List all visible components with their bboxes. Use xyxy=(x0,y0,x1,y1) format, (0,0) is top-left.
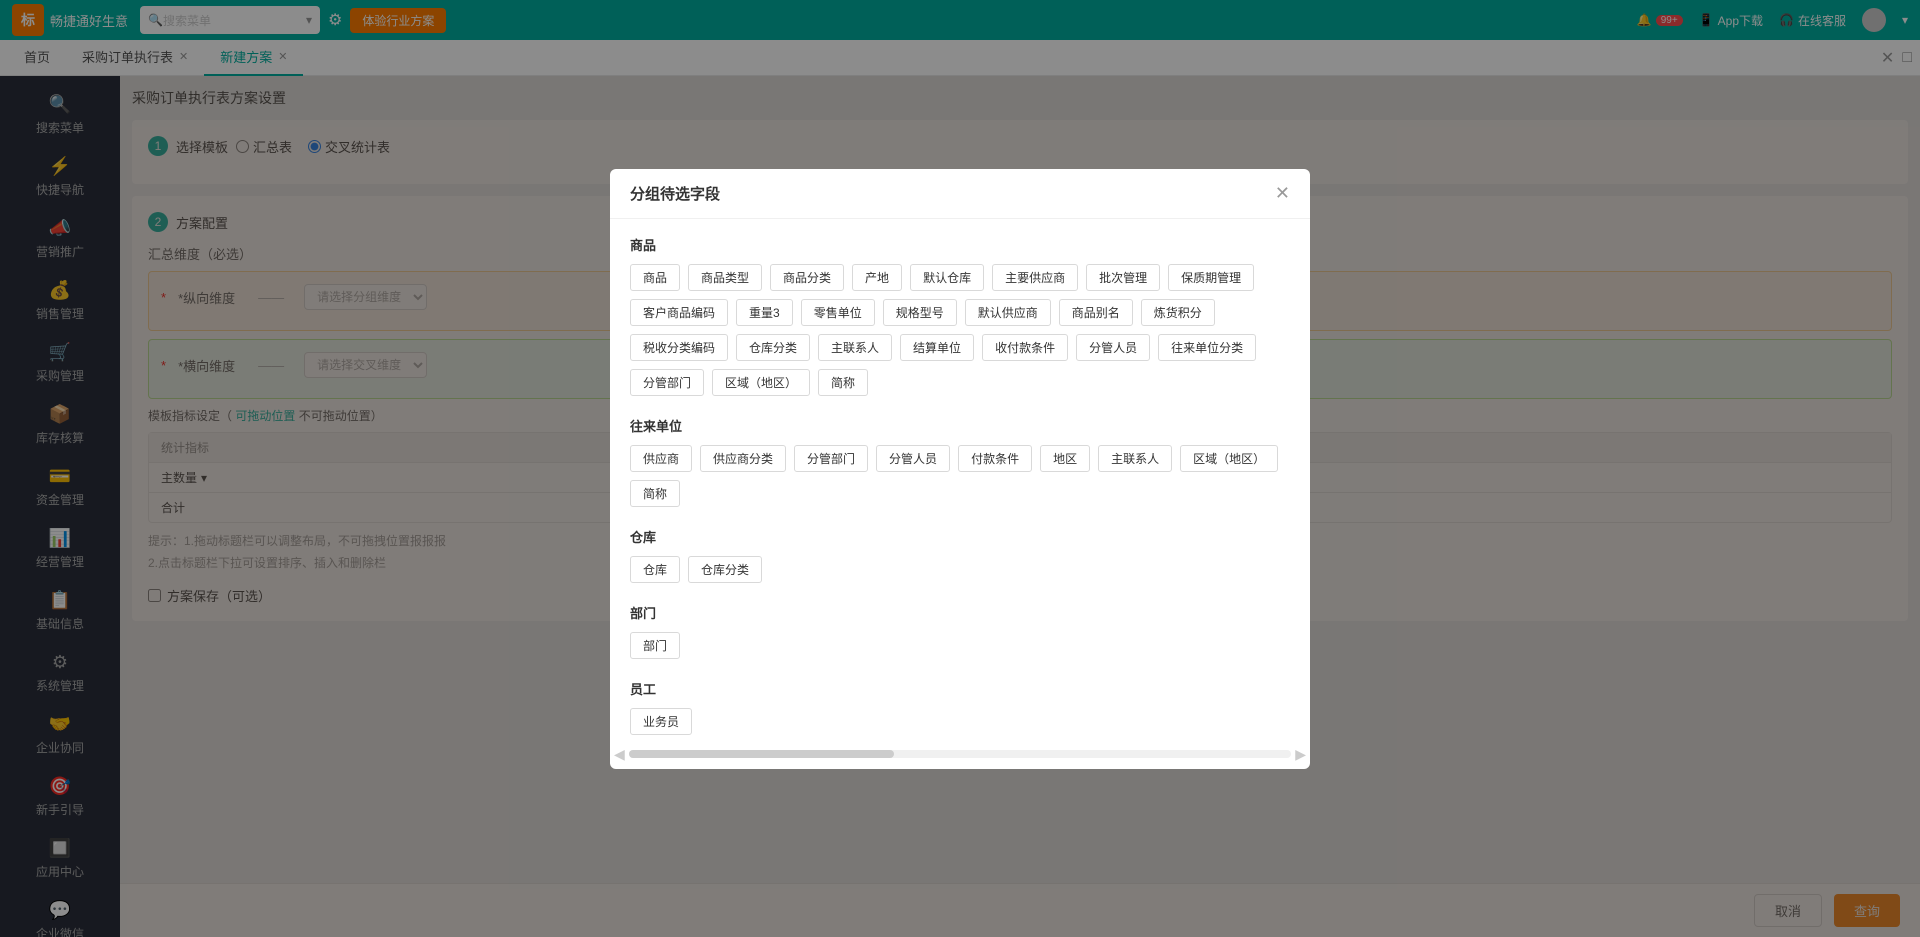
field-manager[interactable]: 分管人员 xyxy=(1076,334,1150,361)
modal-header: 分组待选字段 ✕ xyxy=(610,169,1310,219)
field-tax-code[interactable]: 税收分类编码 xyxy=(630,334,728,361)
field-main-supplier[interactable]: 主要供应商 xyxy=(992,264,1078,291)
hscroll-thumb xyxy=(629,750,894,758)
section-warehouse-fields: 仓库 仓库分类 xyxy=(630,556,1290,583)
field-origin[interactable]: 产地 xyxy=(852,264,902,291)
field-warehouse-cat[interactable]: 仓库分类 xyxy=(688,556,762,583)
field-goods-category[interactable]: 商品分类 xyxy=(770,264,844,291)
field-dept-manage2[interactable]: 分管部门 xyxy=(794,445,868,472)
field-selection-modal: 分组待选字段 ✕ 商品 商品 商品类型 商品分类 产地 默认仓库 主要供应商 批… xyxy=(610,169,1310,769)
field-main-contact[interactable]: 主联系人 xyxy=(818,334,892,361)
section-goods-title: 商品 xyxy=(630,235,1290,254)
field-settlement-unit[interactable]: 结算单位 xyxy=(900,334,974,361)
field-manager2[interactable]: 分管人员 xyxy=(876,445,950,472)
section-dept-title: 部门 xyxy=(630,603,1290,622)
field-warehouse-category[interactable]: 仓库分类 xyxy=(736,334,810,361)
modal-close-icon[interactable]: ✕ xyxy=(1275,183,1290,204)
field-payment-condition[interactable]: 付款条件 xyxy=(958,445,1032,472)
field-unit-category[interactable]: 往来单位分类 xyxy=(1158,334,1256,361)
section-employee: 员工 业务员 xyxy=(630,679,1290,735)
field-shelf-life[interactable]: 保质期管理 xyxy=(1168,264,1254,291)
section-partner-title: 往来单位 xyxy=(630,416,1290,435)
field-retail-unit[interactable]: 零售单位 xyxy=(801,299,875,326)
section-dept-fields: 部门 xyxy=(630,632,1290,659)
field-dept[interactable]: 部门 xyxy=(630,632,680,659)
field-payment-terms[interactable]: 收付款条件 xyxy=(982,334,1068,361)
section-goods: 商品 商品 商品类型 商品分类 产地 默认仓库 主要供应商 批次管理 保质期管理… xyxy=(630,235,1290,396)
field-short-name2[interactable]: 简称 xyxy=(630,480,680,507)
section-partner-fields: 供应商 供应商分类 分管部门 分管人员 付款条件 地区 主联系人 区域（地区） … xyxy=(630,445,1290,507)
hscroll-track[interactable] xyxy=(629,750,1291,758)
field-region-partner[interactable]: 地区 xyxy=(1040,445,1090,472)
modal-overlay: 分组待选字段 ✕ 商品 商品 商品类型 商品分类 产地 默认仓库 主要供应商 批… xyxy=(0,0,1920,937)
hscroll-right-arrow[interactable]: ▶ xyxy=(1295,746,1306,763)
field-default-warehouse[interactable]: 默认仓库 xyxy=(910,264,984,291)
section-partner: 往来单位 供应商 供应商分类 分管部门 分管人员 付款条件 地区 主联系人 区域… xyxy=(630,416,1290,507)
field-goods-type[interactable]: 商品类型 xyxy=(688,264,762,291)
field-default-supplier[interactable]: 默认供应商 xyxy=(965,299,1051,326)
field-dept-manage[interactable]: 分管部门 xyxy=(630,369,704,396)
section-warehouse: 仓库 仓库 仓库分类 xyxy=(630,527,1290,583)
field-goods-alias[interactable]: 商品别名 xyxy=(1059,299,1133,326)
section-goods-fields: 商品 商品类型 商品分类 产地 默认仓库 主要供应商 批次管理 保质期管理 客户… xyxy=(630,264,1290,396)
field-region-goods[interactable]: 区域（地区） xyxy=(712,369,810,396)
field-spec-model[interactable]: 规格型号 xyxy=(883,299,957,326)
field-points[interactable]: 炼货积分 xyxy=(1141,299,1215,326)
field-main-contact2[interactable]: 主联系人 xyxy=(1098,445,1172,472)
section-dept: 部门 部门 xyxy=(630,603,1290,659)
field-batch-manage[interactable]: 批次管理 xyxy=(1086,264,1160,291)
section-employee-fields: 业务员 xyxy=(630,708,1290,735)
section-warehouse-title: 仓库 xyxy=(630,527,1290,546)
field-customer-goods-code[interactable]: 客户商品编码 xyxy=(630,299,728,326)
field-area-partner[interactable]: 区域（地区） xyxy=(1180,445,1278,472)
field-supplier[interactable]: 供应商 xyxy=(630,445,692,472)
modal-title: 分组待选字段 xyxy=(630,183,720,204)
modal-hscroll-area: ◀ ▶ xyxy=(610,746,1310,769)
field-salesperson[interactable]: 业务员 xyxy=(630,708,692,735)
field-supplier-category[interactable]: 供应商分类 xyxy=(700,445,786,472)
field-weight3[interactable]: 重量3 xyxy=(736,299,793,326)
section-employee-title: 员工 xyxy=(630,679,1290,698)
modal-body: 商品 商品 商品类型 商品分类 产地 默认仓库 主要供应商 批次管理 保质期管理… xyxy=(610,219,1310,746)
hscroll-left-arrow[interactable]: ◀ xyxy=(614,746,625,763)
field-goods[interactable]: 商品 xyxy=(630,264,680,291)
field-short-name[interactable]: 简称 xyxy=(818,369,868,396)
field-warehouse[interactable]: 仓库 xyxy=(630,556,680,583)
